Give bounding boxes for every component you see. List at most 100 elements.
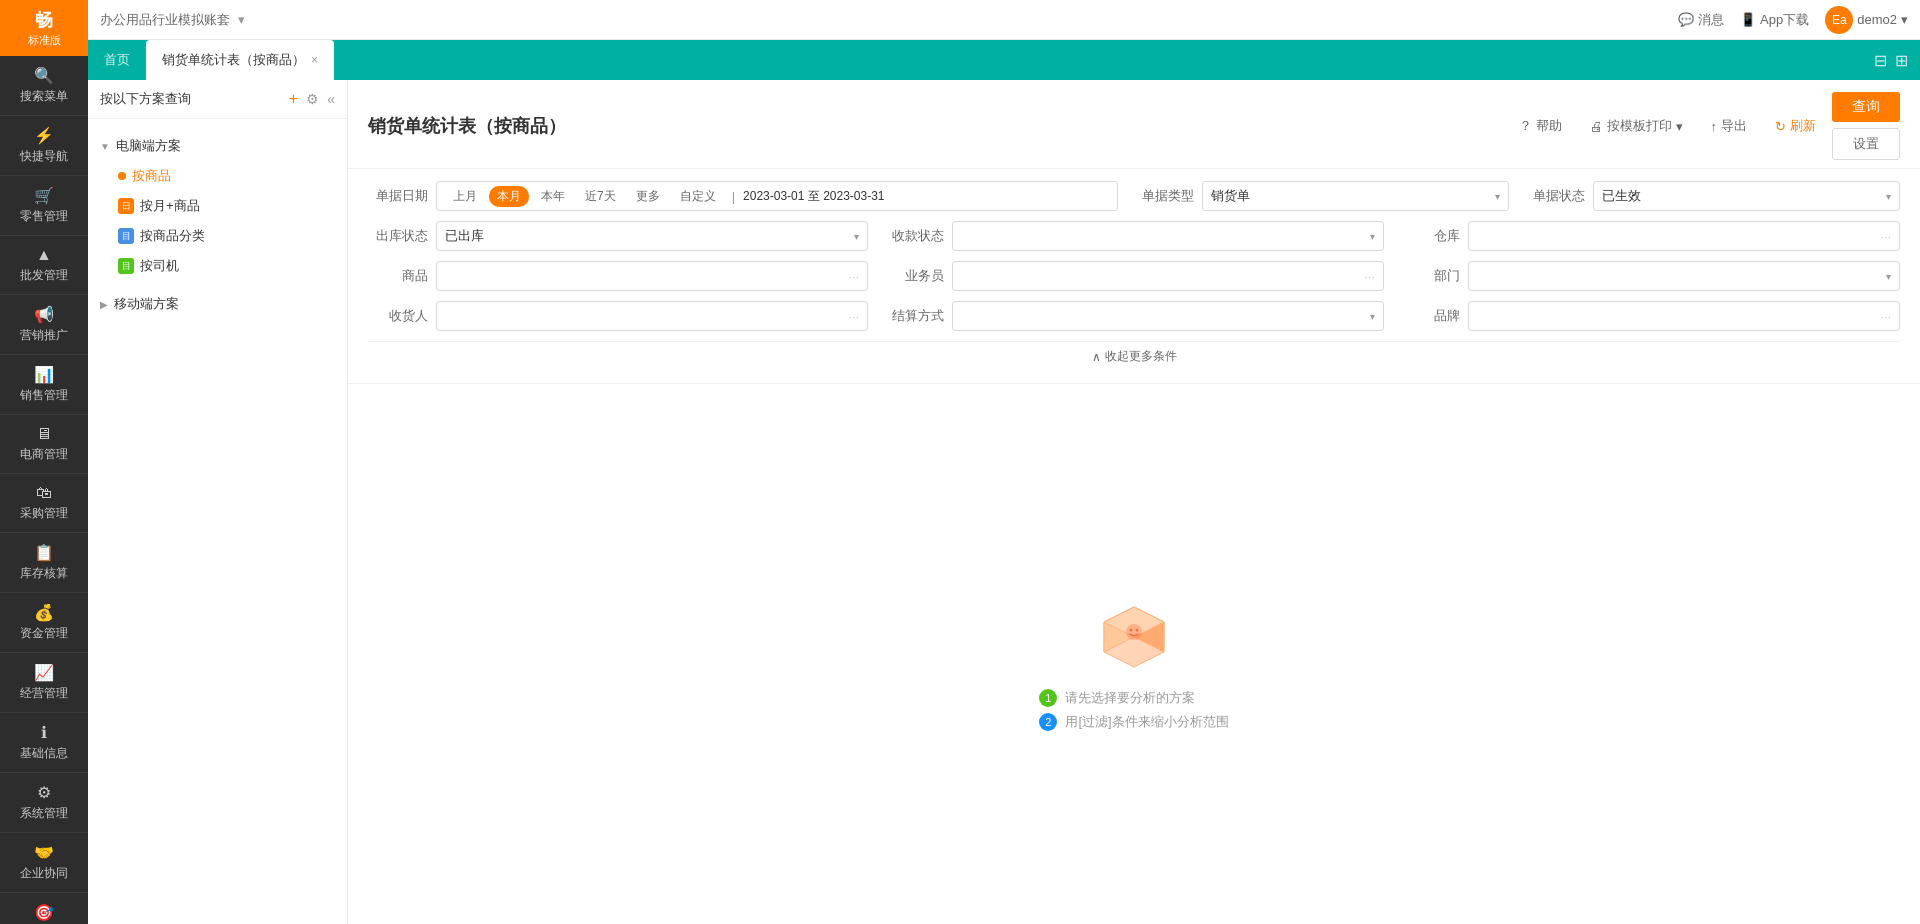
settings-scheme-btn[interactable]: ⚙ bbox=[306, 91, 319, 107]
goods-dots: ··· bbox=[848, 269, 859, 284]
sidebar-item-base-info[interactable]: ℹ 基础信息 bbox=[0, 713, 88, 773]
filter-row-3: 商品 ··· 业务员 ··· 部门 bbox=[368, 261, 1900, 291]
docstatus-value: 已生效 bbox=[1602, 187, 1641, 205]
print-btn[interactable]: 🖨 按模板打印 ▾ bbox=[1582, 113, 1691, 139]
scheme-item-by-month-goods[interactable]: 日 按月+商品 bbox=[88, 191, 347, 221]
filter-row-2: 出库状态 已出库 ▾ 收款状态 ▾ 仓库 bbox=[368, 221, 1900, 251]
operation-icon: 📈 bbox=[34, 663, 54, 682]
sidebar-item-purchase[interactable]: 🛍 采购管理 bbox=[0, 474, 88, 533]
window-maximize-icon[interactable]: ⊞ bbox=[1895, 51, 1908, 70]
scheme-group-mobile-label: 移动端方案 bbox=[114, 295, 179, 313]
sidebar-item-ecommerce[interactable]: 🖥 电商管理 bbox=[0, 415, 88, 474]
left-panel-header: 按以下方案查询 + ⚙ « bbox=[88, 80, 347, 119]
paymentstatus-select[interactable]: ▾ bbox=[952, 221, 1384, 251]
collapse-panel-btn[interactable]: « bbox=[327, 91, 335, 107]
sidebar-item-operation[interactable]: 📈 经营管理 bbox=[0, 653, 88, 713]
print-icon: 🖨 bbox=[1590, 119, 1603, 134]
window-minimize-icon[interactable]: ⊟ bbox=[1874, 51, 1887, 70]
sidebar-item-nav[interactable]: ⚡ 快捷导航 bbox=[0, 116, 88, 176]
scheme-group-desktop-header[interactable]: ▼ 电脑端方案 bbox=[88, 131, 347, 161]
system-icon: ⚙ bbox=[37, 783, 51, 802]
tab-sales-report[interactable]: 销货单统计表（按商品） × bbox=[146, 40, 334, 80]
filter-salesperson-field: 业务员 ··· bbox=[884, 261, 1384, 291]
docstatus-label: 单据状态 bbox=[1525, 187, 1585, 205]
date-current-btn[interactable]: 本月 bbox=[489, 186, 529, 207]
query-button[interactable]: 查询 bbox=[1832, 92, 1900, 122]
scheme-item-by-goods-label: 按商品 bbox=[132, 167, 171, 185]
sidebar-item-marketing[interactable]: 📢 营销推广 bbox=[0, 295, 88, 355]
scheme-group-mobile-header[interactable]: ▶ 移动端方案 bbox=[88, 289, 347, 319]
collab-icon: 🤝 bbox=[34, 843, 54, 862]
page-title: 销货单统计表（按商品） bbox=[368, 114, 566, 138]
receiver-label: 收货人 bbox=[368, 307, 428, 325]
date-week-btn[interactable]: 近7天 bbox=[577, 186, 624, 207]
dept-select[interactable]: ▾ bbox=[1468, 261, 1900, 291]
scheme-item-by-goods[interactable]: 按商品 bbox=[88, 161, 347, 191]
sidebar-item-collab[interactable]: 🤝 企业协同 bbox=[0, 833, 88, 893]
paymentmethod-select[interactable]: ▾ bbox=[952, 301, 1384, 331]
export-btn[interactable]: ↑ 导出 bbox=[1703, 113, 1756, 139]
sidebar-item-guide[interactable]: 🎯 新手引导 bbox=[0, 893, 88, 924]
docstatus-select[interactable]: 已生效 ▾ bbox=[1593, 181, 1900, 211]
industry-label: 办公用品行业模拟账套 bbox=[100, 11, 230, 29]
sales-icon: 📊 bbox=[34, 365, 54, 384]
top-header-left: 办公用品行业模拟账套 ▾ bbox=[100, 11, 245, 29]
sidebar-item-sales[interactable]: 📊 销售管理 bbox=[0, 355, 88, 415]
brand-dots: ··· bbox=[1880, 309, 1891, 324]
refresh-btn[interactable]: ↻ 刷新 bbox=[1767, 113, 1824, 139]
paymentmethod-arrow: ▾ bbox=[1370, 311, 1375, 322]
chevron-right-icon: ▶ bbox=[100, 299, 108, 310]
page-container: 按以下方案查询 + ⚙ « ▼ 电脑端方案 按商品 bbox=[88, 80, 1920, 924]
page-title-bar: 销货单统计表（按商品） ？ 帮助 🖨 按模板打印 ▾ ↑ bbox=[348, 80, 1920, 169]
dropdown-arrow-industry[interactable]: ▾ bbox=[238, 12, 245, 27]
filter-row-4: 收货人 ··· 结算方式 ▾ 品牌 bbox=[368, 301, 1900, 331]
salesperson-dots: ··· bbox=[1364, 269, 1375, 284]
warehouse-input[interactable]: ··· bbox=[1468, 221, 1900, 251]
date-prev-btn[interactable]: 上月 bbox=[445, 186, 485, 207]
svg-point-4 bbox=[1126, 624, 1142, 640]
brand-input[interactable]: ··· bbox=[1468, 301, 1900, 331]
doctype-select[interactable]: 销货单 ▾ bbox=[1202, 181, 1509, 211]
sidebar-item-inventory[interactable]: 📋 库存核算 bbox=[0, 533, 88, 593]
page-title-actions: ？ 帮助 🖨 按模板打印 ▾ ↑ 导出 ↻ bbox=[1511, 113, 1825, 139]
scheme-group-desktop: ▼ 电脑端方案 按商品 日 按月+商品 目 按商品分类 bbox=[88, 127, 347, 285]
filter-warehousestatus-field: 出库状态 已出库 ▾ bbox=[368, 221, 868, 251]
filter-doctype-field: 单据类型 销货单 ▾ bbox=[1134, 181, 1509, 211]
brand-label: 品牌 bbox=[1400, 307, 1460, 325]
filter-receiver-field: 收货人 ··· bbox=[368, 301, 868, 331]
right-content: 销货单统计表（按商品） ？ 帮助 🖨 按模板打印 ▾ ↑ bbox=[348, 80, 1920, 924]
sidebar-item-finance[interactable]: 💰 资金管理 bbox=[0, 593, 88, 653]
date-more-btn[interactable]: 更多 bbox=[628, 186, 668, 207]
warehousestatus-value: 已出库 bbox=[445, 227, 484, 245]
collapse-more-btn[interactable]: ∧ 收起更多条件 bbox=[368, 341, 1900, 371]
sidebar-item-search[interactable]: 🔍 搜索菜单 bbox=[0, 56, 88, 116]
sidebar-item-wholesale[interactable]: ▲ 批发管理 bbox=[0, 236, 88, 295]
user-profile[interactable]: Ea demo2 ▾ bbox=[1825, 6, 1908, 34]
collapse-icon: ∧ bbox=[1092, 350, 1101, 364]
add-scheme-btn[interactable]: + bbox=[289, 90, 298, 108]
app-download-btn[interactable]: 📱 App下载 bbox=[1740, 11, 1809, 29]
left-panel-header-icons: + ⚙ « bbox=[289, 90, 335, 108]
receiver-input[interactable]: ··· bbox=[436, 301, 868, 331]
filter-brand-field: 品牌 ··· bbox=[1400, 301, 1900, 331]
warehousestatus-label: 出库状态 bbox=[368, 227, 428, 245]
date-label: 单据日期 bbox=[368, 187, 428, 205]
refresh-icon: ↻ bbox=[1775, 119, 1786, 134]
sidebar-item-retail[interactable]: 🛒 零售管理 bbox=[0, 176, 88, 236]
message-btn[interactable]: 💬 消息 bbox=[1678, 11, 1724, 29]
settings-button[interactable]: 设置 bbox=[1832, 128, 1900, 160]
scheme-item-by-driver[interactable]: 目 按司机 bbox=[88, 251, 347, 281]
tab-home[interactable]: 首页 bbox=[88, 40, 146, 80]
sidebar-item-system[interactable]: ⚙ 系统管理 bbox=[0, 773, 88, 833]
warehousestatus-select[interactable]: 已出库 ▾ bbox=[436, 221, 868, 251]
docstatus-arrow: ▾ bbox=[1886, 191, 1891, 202]
date-year-btn[interactable]: 本年 bbox=[533, 186, 573, 207]
help-btn[interactable]: ？ 帮助 bbox=[1511, 113, 1570, 139]
scheme-item-by-category[interactable]: 目 按商品分类 bbox=[88, 221, 347, 251]
date-custom-btn[interactable]: 自定义 bbox=[672, 186, 724, 207]
export-icon: ↑ bbox=[1711, 119, 1718, 134]
query-settings-group: 查询 设置 bbox=[1832, 92, 1900, 160]
tab-close-btn[interactable]: × bbox=[311, 53, 318, 67]
goods-input[interactable]: ··· bbox=[436, 261, 868, 291]
salesperson-input[interactable]: ··· bbox=[952, 261, 1384, 291]
